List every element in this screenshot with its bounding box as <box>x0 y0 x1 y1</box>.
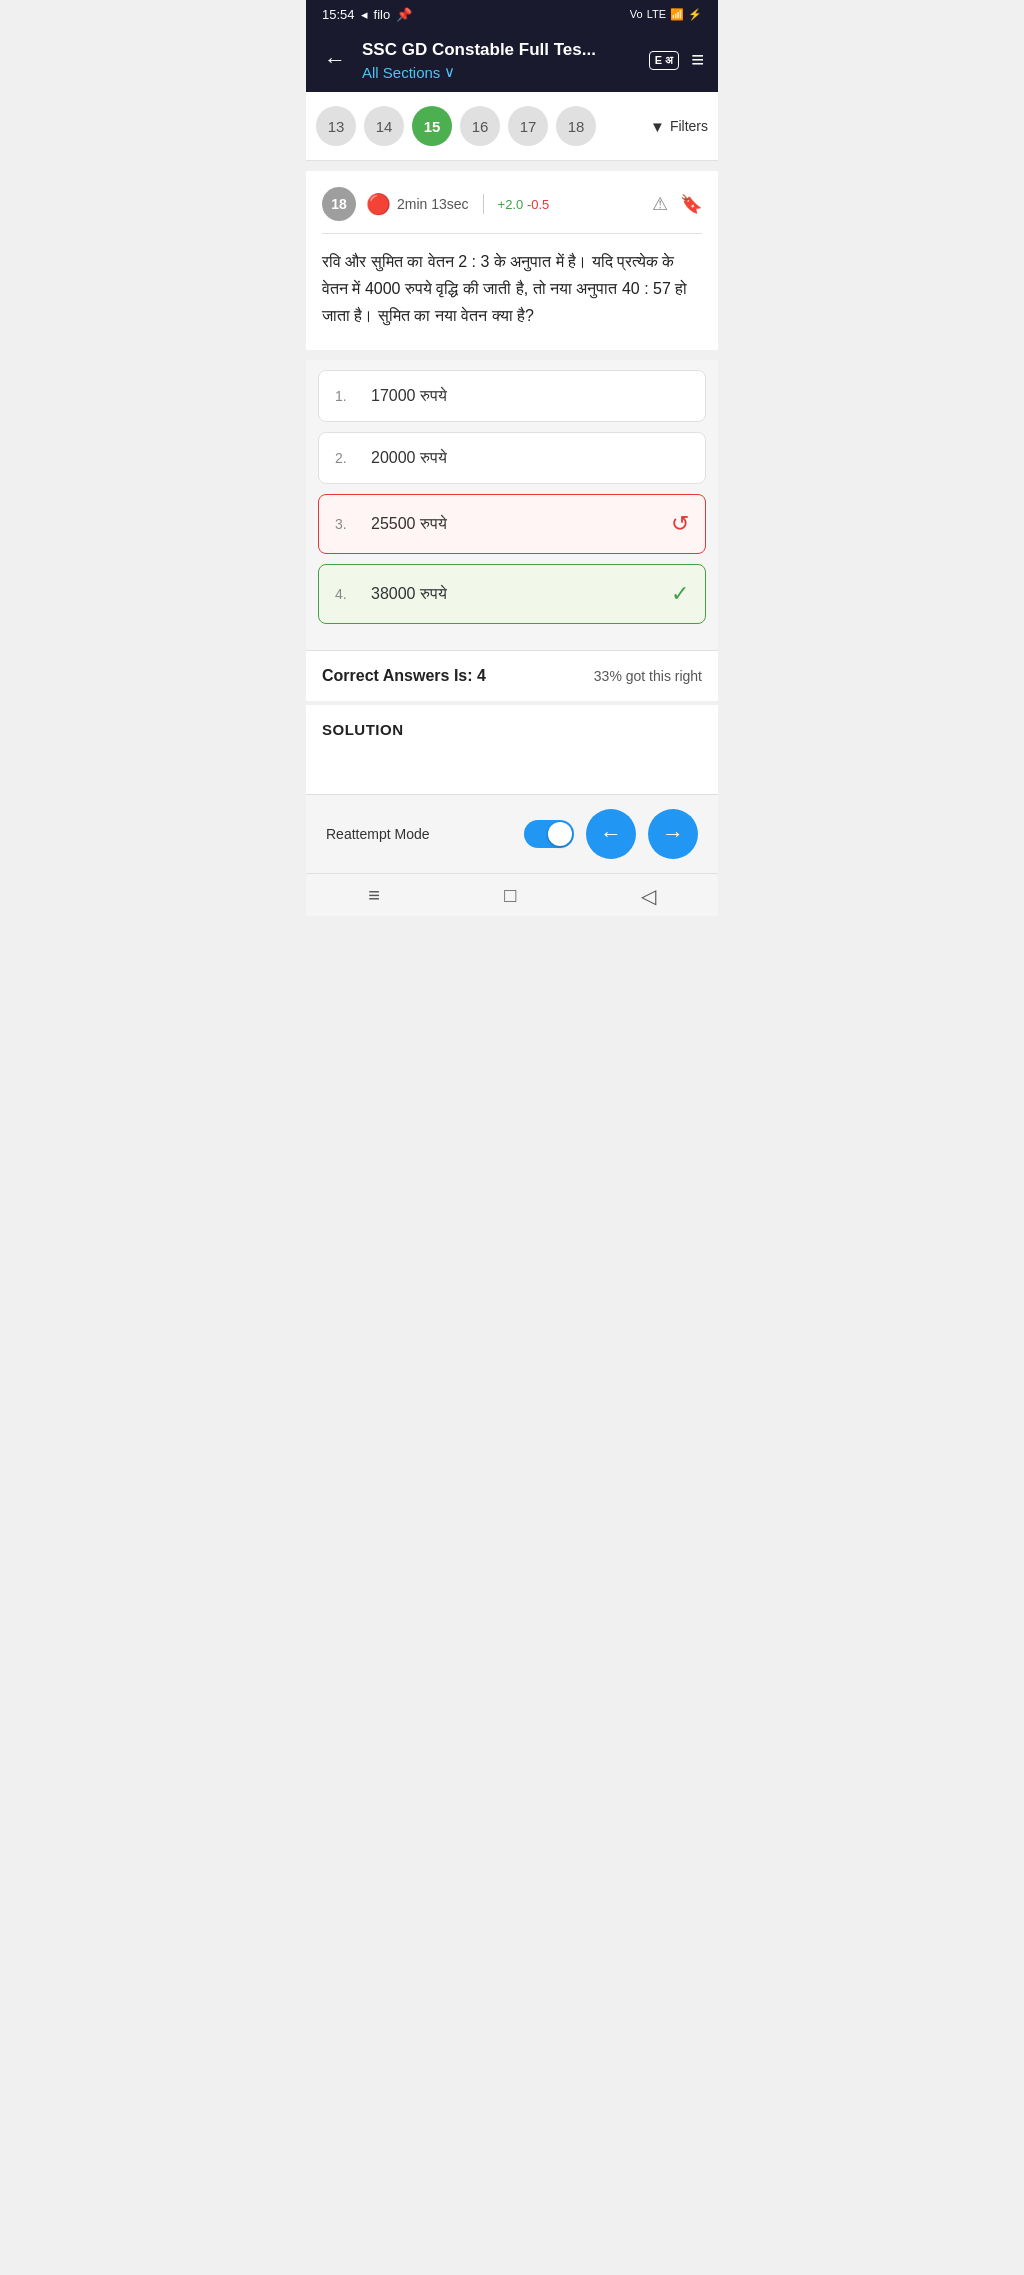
option-4[interactable]: 4. 38000 रुपये ✓ <box>318 564 706 624</box>
option-1-text: 17000 रुपये <box>371 387 689 405</box>
negative-mark: -0.5 <box>527 197 549 212</box>
positive-mark: +2.0 <box>498 197 524 212</box>
prev-icon: ← <box>600 821 622 847</box>
header-title: SSC GD Constable Full Tes... <box>362 39 637 61</box>
back-button[interactable]: ← <box>320 43 350 77</box>
q-nav-18[interactable]: 18 <box>556 106 596 146</box>
system-nav: ≡ □ ◁ <box>306 873 718 916</box>
pin-icon: 📌 <box>396 7 412 22</box>
q-nav-16[interactable]: 16 <box>460 106 500 146</box>
reattempt-toggle[interactable] <box>524 820 574 848</box>
q-nav-13[interactable]: 13 <box>316 106 356 146</box>
chevron-down-icon: ∨ <box>444 63 455 81</box>
meta-divider <box>483 194 484 214</box>
header-actions: E अ ≡ <box>649 47 704 73</box>
battery-icon: ⚡ <box>688 8 702 21</box>
option-4-text: 38000 रुपये <box>371 585 671 603</box>
option-3-num: 3. <box>335 516 355 532</box>
option-1-num: 1. <box>335 388 355 404</box>
header-title-block: SSC GD Constable Full Tes... All Section… <box>362 39 637 81</box>
q-nav-17[interactable]: 17 <box>508 106 548 146</box>
option-3-text: 25500 रुपये <box>371 515 671 533</box>
status-right: Vo LTE 📶 ⚡ <box>630 8 702 21</box>
toggle-knob <box>548 822 572 846</box>
marks-info: +2.0 -0.5 <box>498 197 550 212</box>
location-icon: ◂ <box>361 7 368 22</box>
correct-answer-icon: ✓ <box>671 581 689 607</box>
question-meta: 18 🔴 2min 13sec +2.0 -0.5 ⚠ 🔖 <box>322 187 702 234</box>
lte-text: LTE <box>647 8 666 20</box>
back-nav-icon[interactable]: ◁ <box>641 884 656 908</box>
all-sections-dropdown[interactable]: All Sections ∨ <box>362 63 637 81</box>
options-area: 1. 17000 रुपये 2. 20000 रुपये 3. 25500 र… <box>306 360 718 650</box>
timer-value: 2min 13sec <box>397 196 469 212</box>
question-text: रवि और सुमित का वेतन 2 : 3 के अनुपात में… <box>322 248 702 330</box>
sad-face-icon: 🔴 <box>366 192 391 216</box>
option-1[interactable]: 1. 17000 रुपये <box>318 370 706 422</box>
status-left: 15:54 ◂ filo 📌 <box>322 7 412 22</box>
next-icon: → <box>662 821 684 847</box>
filter-label: Filters <box>670 118 708 134</box>
result-bar: Correct Answers Is: 4 33% got this right <box>306 650 718 701</box>
menu-nav-icon[interactable]: ≡ <box>368 884 380 907</box>
bottom-bar: Reattempt Mode ← → <box>306 794 718 873</box>
q-nav-15[interactable]: 15 <box>412 106 452 146</box>
warning-icon[interactable]: ⚠ <box>652 193 668 215</box>
status-time: 15:54 <box>322 7 355 22</box>
filter-icon: ▼ <box>650 118 665 135</box>
section-label: All Sections <box>362 64 440 81</box>
status-app: filo <box>374 7 391 22</box>
filter-button[interactable]: ▼ Filters <box>650 118 708 135</box>
wrong-answer-icon: ↺ <box>671 511 689 537</box>
lang-toggle[interactable]: E अ <box>649 51 679 70</box>
hamburger-menu[interactable]: ≡ <box>691 47 704 73</box>
question-nav: 13 14 15 16 17 18 ▼ Filters <box>306 92 718 161</box>
status-bar: 15:54 ◂ filo 📌 Vo LTE 📶 ⚡ <box>306 0 718 28</box>
correct-answer-label: Correct Answers Is: 4 <box>322 667 486 685</box>
bars-icon: 📶 <box>670 8 684 21</box>
question-area: 18 🔴 2min 13sec +2.0 -0.5 ⚠ 🔖 रवि और सुम… <box>306 171 718 350</box>
question-number-circle: 18 <box>322 187 356 221</box>
timer-block: 🔴 2min 13sec <box>366 192 469 216</box>
solution-section: SOLUTION <box>306 705 718 794</box>
option-2-text: 20000 रुपये <box>371 449 689 467</box>
home-nav-icon[interactable]: □ <box>504 884 516 907</box>
option-2-num: 2. <box>335 450 355 466</box>
percent-right: 33% got this right <box>594 668 702 684</box>
option-2[interactable]: 2. 20000 रुपये <box>318 432 706 484</box>
next-button[interactable]: → <box>648 809 698 859</box>
solution-title: SOLUTION <box>322 721 702 738</box>
q-nav-14[interactable]: 14 <box>364 106 404 146</box>
reattempt-label: Reattempt Mode <box>326 826 512 842</box>
signal-text: Vo <box>630 8 643 20</box>
option-4-num: 4. <box>335 586 355 602</box>
bookmark-icon[interactable]: 🔖 <box>680 193 702 215</box>
question-icons: ⚠ 🔖 <box>652 193 702 215</box>
option-3[interactable]: 3. 25500 रुपये ↺ <box>318 494 706 554</box>
header: ← SSC GD Constable Full Tes... All Secti… <box>306 28 718 92</box>
prev-button[interactable]: ← <box>586 809 636 859</box>
